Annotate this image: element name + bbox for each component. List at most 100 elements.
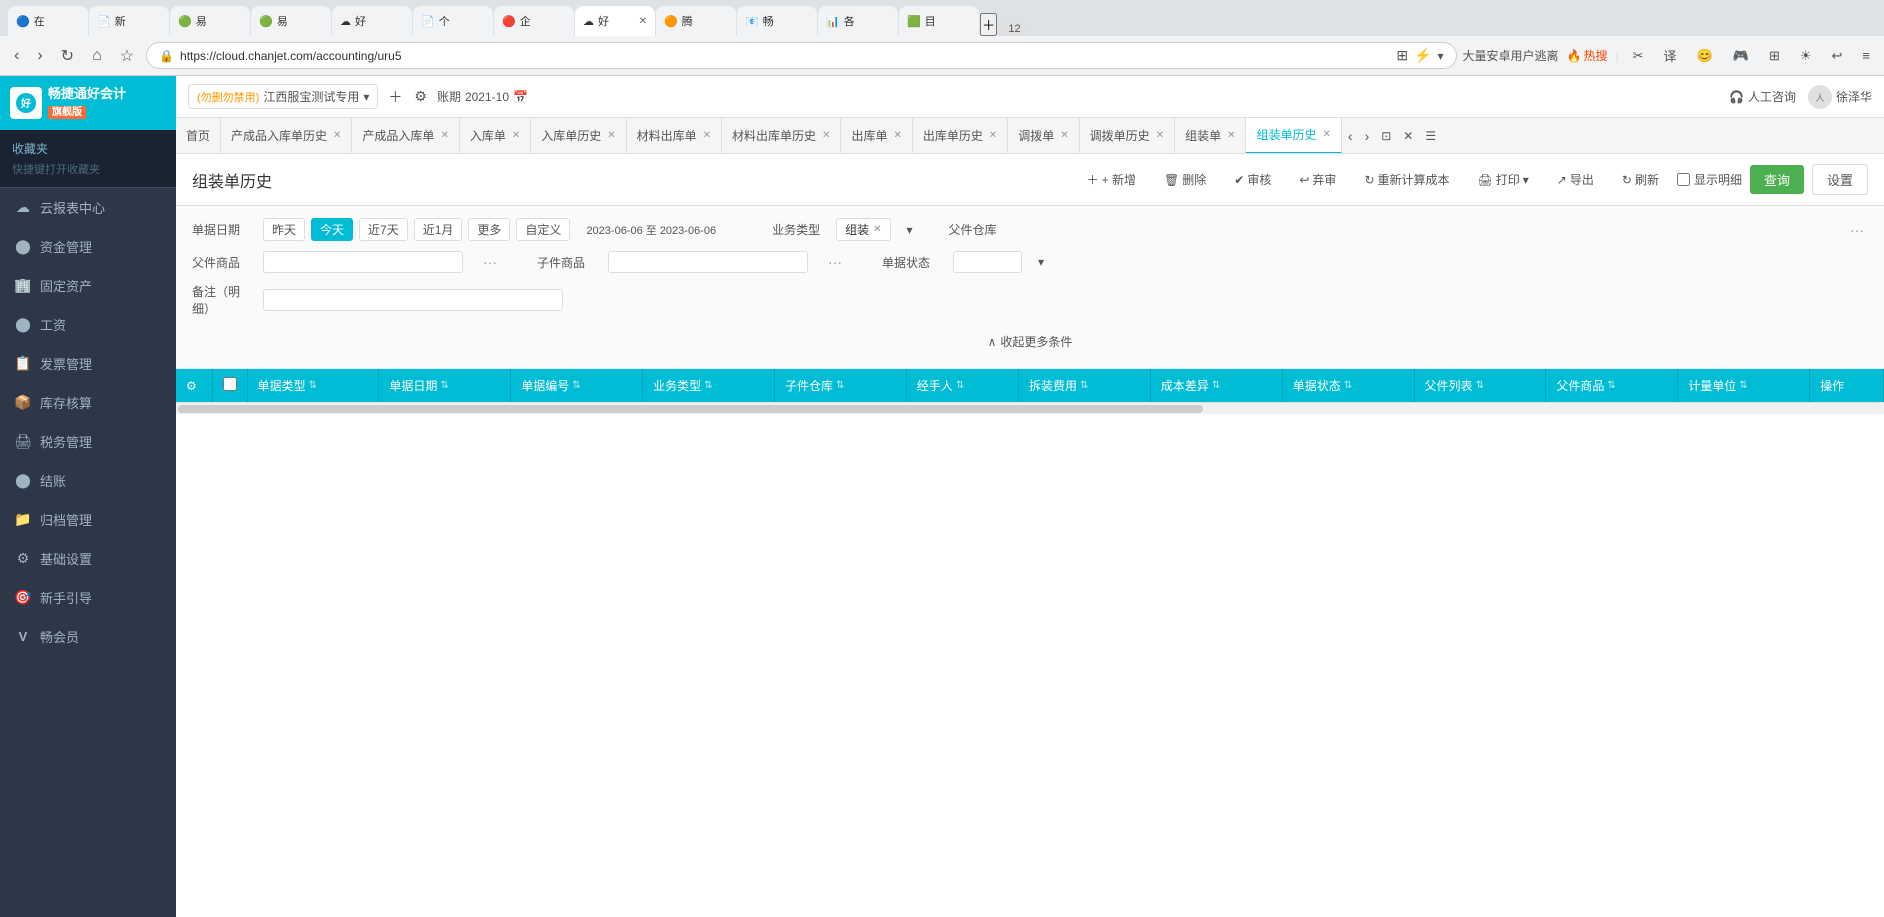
- page-tab-home[interactable]: 首页: [176, 118, 221, 154]
- close-tab-outbound-history[interactable]: ✕: [989, 130, 997, 141]
- date-btn-7days[interactable]: 近7天: [359, 218, 408, 241]
- horizontal-scrollbar[interactable]: [176, 402, 1884, 414]
- th-cost-diff[interactable]: 成本差异 ⇅: [1150, 369, 1282, 402]
- hot-search-btn[interactable]: 🔥 热搜: [1567, 47, 1608, 64]
- sidebar-item-member[interactable]: V 畅会员: [0, 617, 176, 656]
- th-status[interactable]: 单据状态 ⇅: [1282, 369, 1414, 402]
- th-checkbox[interactable]: [212, 369, 247, 402]
- date-btn-yesterday[interactable]: 昨天: [263, 218, 305, 241]
- brightness-btn[interactable]: ☀: [1794, 46, 1818, 66]
- page-tab-assembly[interactable]: 组装单 ✕: [1175, 118, 1246, 154]
- page-tab-inbound[interactable]: 入库单 ✕: [460, 118, 531, 154]
- show-detail-checkbox[interactable]: [1677, 173, 1690, 186]
- business-type-dropdown[interactable]: ▾: [907, 223, 913, 237]
- calendar-icon[interactable]: 📅: [513, 90, 528, 104]
- tab-scroll-right[interactable]: ›: [1359, 128, 1376, 144]
- new-tab-button[interactable]: ＋: [980, 13, 997, 36]
- th-child-warehouse[interactable]: 子件仓库 ⇅: [774, 369, 906, 402]
- browser-tab-8[interactable]: ☁ 好 ✕: [575, 6, 655, 36]
- company-selector[interactable]: (勿删勿禁用) 江西服宝测试专用 ▾: [188, 84, 378, 109]
- search-text[interactable]: 大量安卓用户逃离: [1463, 47, 1559, 64]
- th-parent-product[interactable]: 父件商品 ⇅: [1546, 369, 1678, 402]
- date-btn-custom[interactable]: 自定义: [516, 218, 570, 241]
- browser-tab-10[interactable]: 📧 畅: [737, 6, 817, 36]
- page-tab-outbound-history[interactable]: 出库单历史 ✕: [913, 118, 1008, 154]
- close-tab-inbound-history[interactable]: ✕: [607, 130, 615, 141]
- page-tab-material-out-history[interactable]: 材料出库单历史 ✕: [722, 118, 841, 154]
- status-dropdown[interactable]: 已审核 未审核: [953, 251, 1022, 273]
- help-link[interactable]: 🎧 人工咨询: [1729, 88, 1796, 105]
- close-tab-assembly-history[interactable]: ✕: [1323, 129, 1331, 140]
- page-tab-assembly-history[interactable]: 组装单历史 ✕: [1246, 118, 1341, 154]
- notes-input[interactable]: [263, 289, 563, 311]
- sidebar-item-inventory[interactable]: 📦 库存核算: [0, 383, 176, 422]
- close-tab-transfer[interactable]: ✕: [1060, 130, 1068, 141]
- child-product-input[interactable]: [608, 251, 808, 273]
- browser-tab-12[interactable]: 🟩 目: [899, 6, 979, 36]
- sidebar-item-payroll[interactable]: ⬤ 工资: [0, 305, 176, 344]
- th-disassembly-fee[interactable]: 拆装费用 ⇅: [1018, 369, 1150, 402]
- reload-button[interactable]: ↻: [55, 42, 80, 70]
- sidebar-item-basic-settings[interactable]: ⚙ 基础设置: [0, 539, 176, 578]
- address-chevron-icon[interactable]: ▾: [1438, 49, 1444, 63]
- date-btn-more[interactable]: 更多: [468, 218, 510, 241]
- export-button[interactable]: ↗ 导出: [1547, 167, 1604, 192]
- grid-btn[interactable]: ⊞: [1763, 46, 1786, 66]
- company-settings-button[interactable]: ⚙: [412, 86, 429, 107]
- collapse-filters-button[interactable]: ∧ 收起更多条件: [192, 327, 1868, 356]
- user-profile[interactable]: 人 徐泽华: [1808, 85, 1872, 109]
- sidebar-item-funds[interactable]: ⬤ 资金管理: [0, 227, 176, 266]
- browser-tab-9[interactable]: 🟠 腾: [656, 6, 736, 36]
- bookmark-button[interactable]: ☆: [114, 42, 140, 70]
- delete-button[interactable]: 🗑 删除: [1154, 167, 1216, 192]
- more-btn[interactable]: ≡: [1856, 46, 1876, 65]
- page-tab-outbound[interactable]: 出库单 ✕: [841, 118, 912, 154]
- browser-tab-11[interactable]: 📊 各: [818, 6, 898, 36]
- close-tab-outbound[interactable]: ✕: [893, 130, 901, 141]
- th-number[interactable]: 单据编号 ⇅: [511, 369, 643, 402]
- page-tab-produce-in-history[interactable]: 产成品入库单历史 ✕: [221, 118, 352, 154]
- back-button[interactable]: ‹: [8, 43, 25, 69]
- emoji-btn[interactable]: 😊: [1691, 46, 1719, 66]
- date-btn-today[interactable]: 今天: [311, 218, 353, 241]
- parent-product-input[interactable]: [263, 251, 463, 273]
- browser-tab-3[interactable]: 🟢 易: [170, 6, 250, 36]
- browser-tab-2[interactable]: 📄 新: [89, 6, 169, 36]
- address-bar[interactable]: 🔒 https://cloud.chanjet.com/accounting/u…: [146, 42, 1456, 69]
- sidebar-item-close-accounts[interactable]: ⬤ 结账: [0, 461, 176, 500]
- page-tab-inbound-history[interactable]: 入库单历史 ✕: [531, 118, 626, 154]
- th-settings[interactable]: ⚙: [176, 369, 212, 402]
- home-button[interactable]: ⌂: [86, 43, 108, 69]
- date-btn-1month[interactable]: 近1月: [414, 218, 463, 241]
- recalculate-button[interactable]: ↻ 重新计算成本: [1354, 167, 1459, 192]
- scrollbar-thumb[interactable]: [178, 405, 1203, 413]
- browser-tab-1[interactable]: 🔵 在: [8, 6, 88, 36]
- th-business-type[interactable]: 业务类型 ⇅: [643, 369, 775, 402]
- browser-tab-4[interactable]: 🟢 易: [251, 6, 331, 36]
- filter-more-dots[interactable]: ···: [1846, 222, 1868, 238]
- print-button[interactable]: 🖨 打印 ▾: [1468, 167, 1539, 192]
- show-detail-checkbox-label[interactable]: 显示明细: [1677, 171, 1742, 188]
- sidebar-item-tax[interactable]: 🖨 税务管理: [0, 422, 176, 461]
- cut-btn[interactable]: ✂: [1627, 46, 1650, 66]
- sidebar-item-cloud-reports[interactable]: ☁ 云报表中心: [0, 188, 176, 227]
- browser-tab-7[interactable]: 🔴 企: [494, 6, 574, 36]
- add-button[interactable]: ＋ + 新增: [1077, 167, 1146, 192]
- sidebar-item-archive[interactable]: 📁 归档管理: [0, 500, 176, 539]
- translate-btn[interactable]: 译: [1658, 44, 1683, 67]
- th-handler[interactable]: 经手人 ⇅: [906, 369, 1018, 402]
- favorites-shortcut[interactable]: 快捷键打开收藏夹: [12, 161, 164, 177]
- page-tab-produce-in[interactable]: 产成品入库单 ✕: [352, 118, 459, 154]
- select-all-checkbox[interactable]: [223, 377, 237, 391]
- add-company-button[interactable]: ＋: [386, 85, 404, 109]
- remove-business-type-tag[interactable]: ✕: [873, 224, 881, 235]
- th-date[interactable]: 单据日期 ⇅: [379, 369, 511, 402]
- parent-product-more[interactable]: ···: [479, 254, 501, 270]
- close-tab-transfer-history[interactable]: ✕: [1156, 130, 1164, 141]
- page-tab-transfer-history[interactable]: 调拨单历史 ✕: [1080, 118, 1175, 154]
- browser-tab-6[interactable]: 📄 个: [413, 6, 493, 36]
- tab-scroll-left[interactable]: ‹: [1342, 128, 1359, 144]
- close-tab-inbound[interactable]: ✕: [512, 130, 520, 141]
- child-product-more[interactable]: ···: [824, 254, 846, 270]
- query-button[interactable]: 查询: [1750, 165, 1804, 194]
